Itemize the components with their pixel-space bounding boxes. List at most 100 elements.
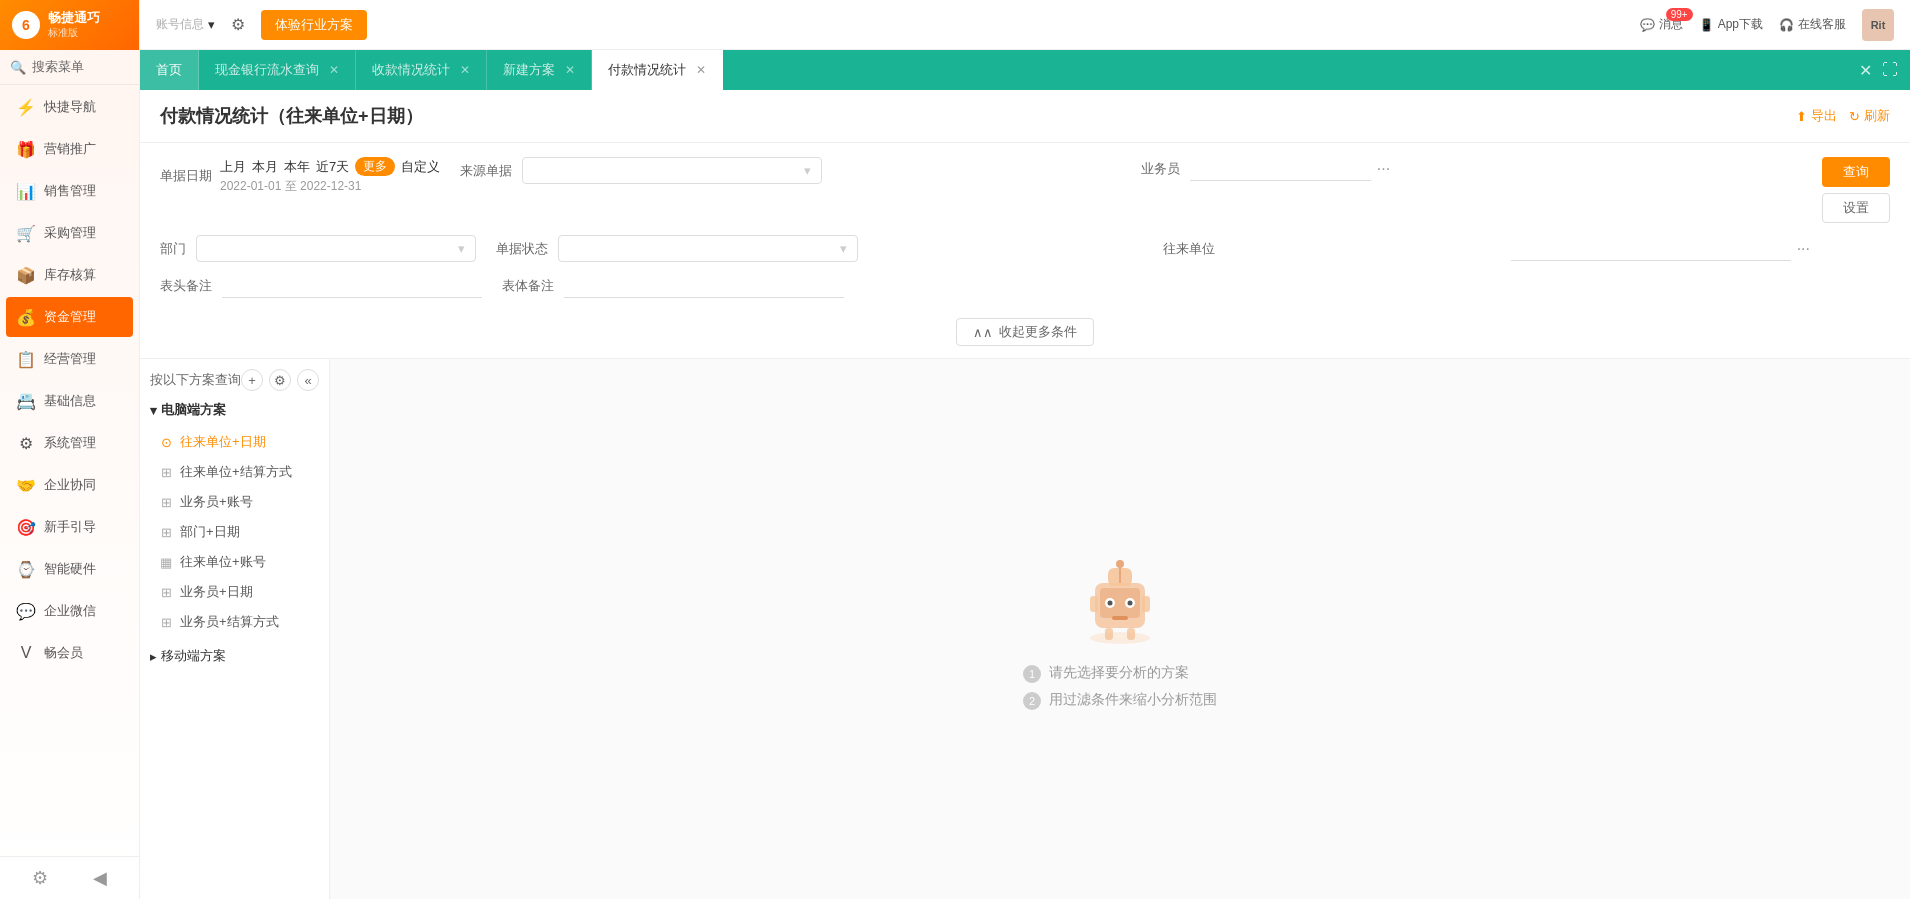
sidebar-item-corp[interactable]: 🤝企业协同	[6, 465, 133, 505]
topbar-notification[interactable]: 💬 消息 99+	[1640, 16, 1683, 33]
corp-icon: 🤝	[16, 475, 36, 495]
tab-label-receivable: 收款情况统计	[372, 61, 450, 79]
add-scheme-btn[interactable]: +	[241, 369, 263, 391]
app-icon: 📱	[1699, 18, 1714, 32]
dept-select[interactable]: ▾	[196, 235, 476, 262]
collapse-icon[interactable]: ◀	[93, 867, 107, 889]
service-label: 在线客服	[1798, 16, 1846, 33]
date-opt-custom[interactable]: 自定义	[401, 158, 440, 176]
tip-num-1: 1	[1023, 665, 1041, 683]
vstatus-select[interactable]: ▾	[558, 235, 858, 262]
query-btn[interactable]: 查询	[1822, 157, 1890, 187]
tab-close-payment[interactable]: ✕	[696, 63, 706, 77]
sidebar-item-quicknav[interactable]: ⚡快捷导航	[6, 87, 133, 127]
tab-home[interactable]: 首页	[140, 50, 199, 90]
sidebar-item-hardware[interactable]: ⌚智能硬件	[6, 549, 133, 589]
scheme-icon-5: ⊞	[158, 584, 174, 600]
vstatus-chevron-icon: ▾	[840, 241, 847, 256]
settings-btn[interactable]: 设置	[1822, 193, 1890, 223]
topbar-account[interactable]: 账号信息 ▾	[156, 16, 215, 33]
tab-fullscreen-icon[interactable]: ⛶	[1882, 61, 1898, 79]
tab-label-payment: 付款情况统计	[608, 61, 686, 79]
sidebar-item-basic[interactable]: 📇基础信息	[6, 381, 133, 421]
source-select[interactable]: ▾	[522, 157, 822, 184]
sidebar-item-finance[interactable]: 💰资金管理	[6, 297, 133, 337]
sidebar-search[interactable]: 🔍 搜索菜单	[0, 50, 139, 85]
topbar-app-download[interactable]: 📱 App下载	[1699, 16, 1763, 33]
partner-input[interactable]	[1511, 237, 1791, 261]
marketing-icon: 🎁	[16, 139, 36, 159]
scheme-item-0[interactable]: ⊙往来单位+日期	[150, 427, 319, 457]
tab-close-receivable[interactable]: ✕	[460, 63, 470, 77]
tab-newplan[interactable]: 新建方案✕	[487, 50, 592, 90]
date-opt-7days[interactable]: 近7天	[316, 158, 349, 176]
collapse-scheme-btn[interactable]: «	[297, 369, 319, 391]
sidebar-item-sales[interactable]: 📊销售管理	[6, 171, 133, 211]
settings-scheme-btn[interactable]: ⚙	[269, 369, 291, 391]
export-btn[interactable]: ⬆ 导出	[1796, 107, 1837, 125]
svg-rect-7	[1112, 616, 1128, 620]
inventory-icon: 📦	[16, 265, 36, 285]
topbar-online-service[interactable]: 🎧 在线客服	[1779, 16, 1846, 33]
sidebar-logo: 6 畅捷通巧 标准版	[0, 0, 139, 50]
sidebar-item-guide[interactable]: 🎯新手引导	[6, 507, 133, 547]
trial-btn[interactable]: 体验行业方案	[261, 10, 367, 40]
scheme-item-6[interactable]: ⊞业务员+结算方式	[150, 607, 319, 637]
scheme-item-4[interactable]: ▦往来单位+账号	[150, 547, 319, 577]
svg-point-14	[1116, 560, 1124, 568]
filter-vstatus-group: 单据状态 ▾	[496, 235, 1143, 262]
scheme-label-3: 部门+日期	[180, 523, 240, 541]
collapse-up-icon: ∧∧	[973, 325, 993, 340]
page-content: 付款情况统计（往来单位+日期） ⬆ 导出 ↻ 刷新 单据日期	[140, 90, 1910, 899]
sidebar-item-marketing[interactable]: 🎁营销推广	[6, 129, 133, 169]
date-opt-year[interactable]: 本年	[284, 158, 310, 176]
scheme-label-5: 业务员+日期	[180, 583, 253, 601]
date-opt-this[interactable]: 本月	[252, 158, 278, 176]
tab-receivable[interactable]: 收款情况统计 ✕	[356, 50, 487, 90]
logo-text: 畅捷通巧	[48, 10, 100, 26]
scheme-items-container: ⊙往来单位+日期⊞往来单位+结算方式⊞业务员+账号⊞部门+日期▦往来单位+账号⊞…	[150, 427, 319, 637]
collapse-btn[interactable]: ∧∧ 收起更多条件	[956, 318, 1094, 346]
sidebar-item-member[interactable]: V畅会员	[6, 633, 133, 673]
tab-payment[interactable]: 付款情况统计 ✕	[592, 50, 723, 90]
scheme-item-2[interactable]: ⊞业务员+账号	[150, 487, 319, 517]
page-title: 付款情况统计（往来单位+日期）	[160, 104, 423, 128]
sidebar-item-label-quicknav: 快捷导航	[44, 98, 96, 116]
scheme-item-5[interactable]: ⊞ 业务员+日期	[150, 577, 319, 607]
scheme-item-1[interactable]: ⊞往来单位+结算方式	[150, 457, 319, 487]
sidebar-item-operation[interactable]: 📋经营管理	[6, 339, 133, 379]
date-opt-prev[interactable]: 上月	[220, 158, 246, 176]
refresh-btn[interactable]: ↻ 刷新	[1849, 107, 1890, 125]
salesman-input[interactable]	[1190, 157, 1371, 181]
topbar-avatar[interactable]: Rit	[1862, 9, 1894, 41]
service-icon: 🎧	[1779, 18, 1794, 32]
date-opt-more[interactable]: 更多	[355, 157, 395, 176]
tabbar: 首页现金银行流水查询✕收款情况统计✕新建方案✕付款情况统计✕ ✕ ⛶	[140, 50, 1910, 90]
tab-cashflow[interactable]: 现金银行流水查询✕	[199, 50, 356, 90]
settings-icon[interactable]: ⚙	[32, 867, 48, 889]
body-note-input[interactable]	[564, 274, 844, 298]
tab-close-cashflow[interactable]: ✕	[329, 63, 339, 77]
sidebar-item-inventory[interactable]: 📦库存核算	[6, 255, 133, 295]
topbar-settings-btn[interactable]: ⚙	[223, 10, 253, 40]
svg-point-0	[1090, 632, 1150, 644]
filter-row-1: 单据日期 上月 本月 本年 近7天 更多 自定义 2022-01-01 至 20…	[160, 157, 1890, 223]
salesman-ellipsis[interactable]: ···	[1377, 160, 1390, 178]
sidebar-item-system[interactable]: ⚙系统管理	[6, 423, 133, 463]
scheme-item-3[interactable]: ⊞部门+日期	[150, 517, 319, 547]
sidebar-item-label-operation: 经营管理	[44, 350, 96, 368]
header-note-input[interactable]	[222, 274, 482, 298]
tip-text-1: 请先选择要分析的方案	[1049, 664, 1189, 682]
scheme-mobile-title[interactable]: ▸ 移动端方案	[150, 647, 319, 665]
sidebar-item-label-system: 系统管理	[44, 434, 96, 452]
query-buttons: 查询 设置	[1822, 157, 1890, 223]
collapse-container: ∧∧ 收起更多条件	[160, 310, 1890, 358]
source-chevron-icon: ▾	[804, 163, 811, 178]
tab-close-newplan[interactable]: ✕	[565, 63, 575, 77]
sidebar-item-wechat[interactable]: 💬企业微信	[6, 591, 133, 631]
partner-label: 往来单位	[1163, 240, 1215, 258]
sidebar-item-purchase[interactable]: 🛒采购管理	[6, 213, 133, 253]
partner-ellipsis[interactable]: ···	[1797, 240, 1810, 258]
tab-close-all-icon[interactable]: ✕	[1859, 61, 1872, 80]
sidebar-search-label: 搜索菜单	[32, 58, 84, 76]
